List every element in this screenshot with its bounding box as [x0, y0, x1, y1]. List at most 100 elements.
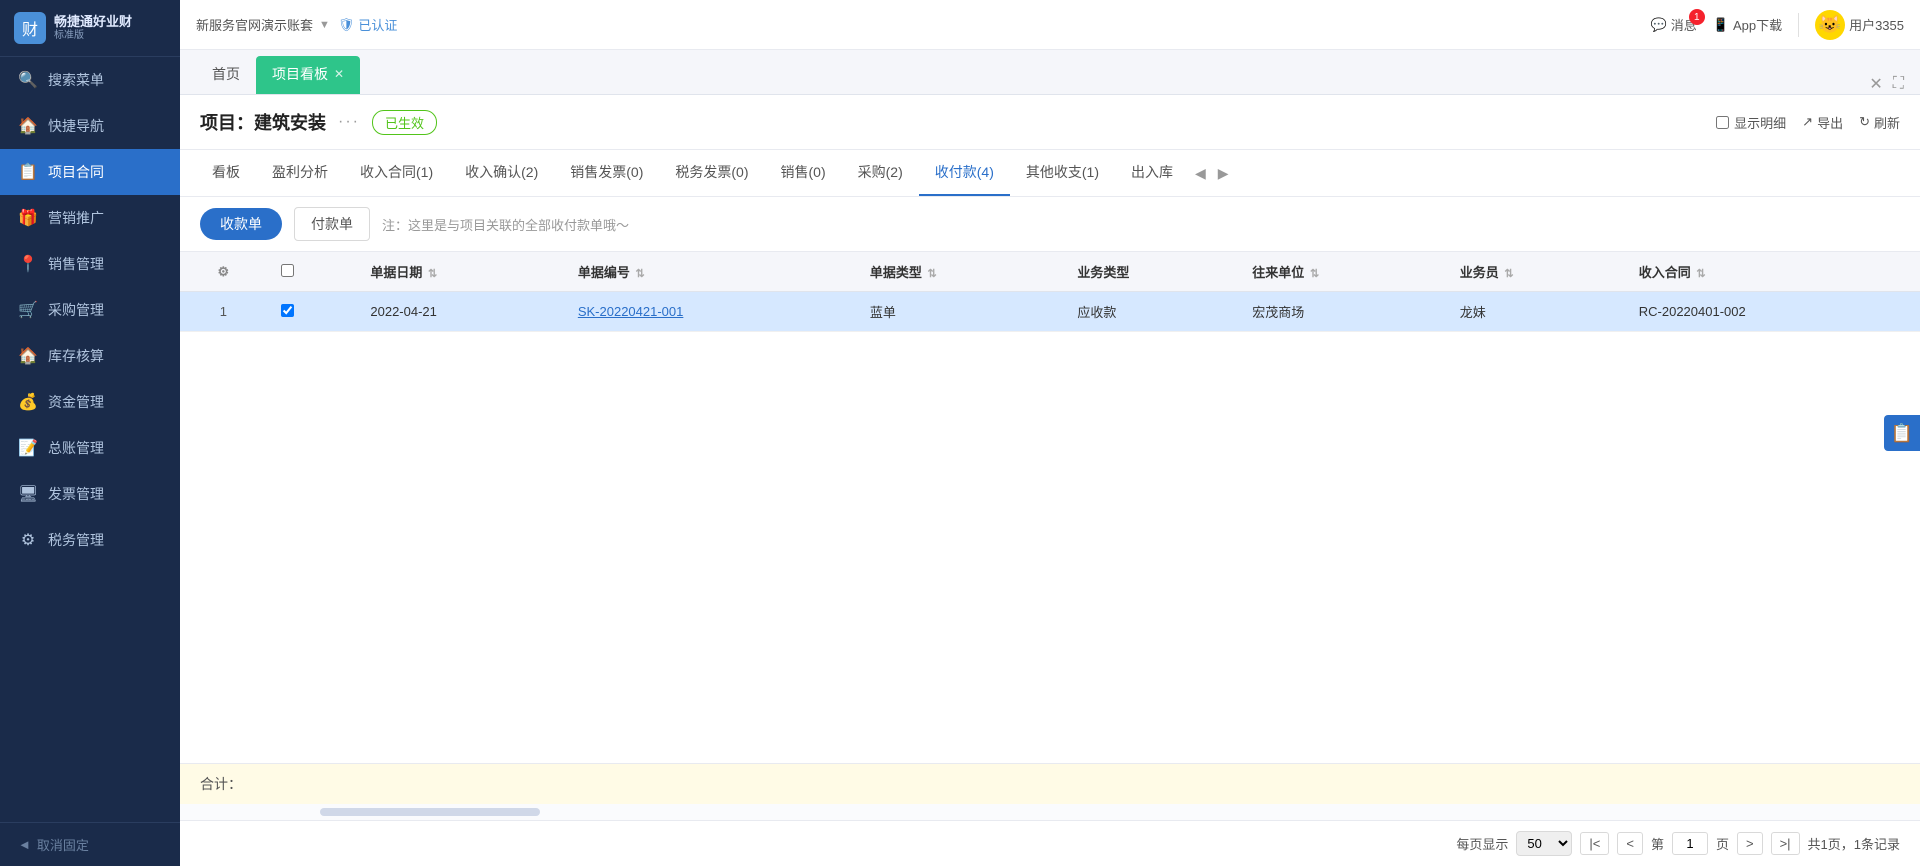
sidebar-item-ledger[interactable]: 📝 总账管理 — [0, 425, 180, 471]
biz-type-column-label: 业务类型 — [1077, 265, 1129, 280]
subnav-income-confirm[interactable]: 收入确认(2) — [449, 150, 554, 196]
prev-page-button[interactable]: < — [1617, 832, 1643, 855]
page-size-label: 每页显示 — [1456, 834, 1508, 853]
sidebar-item-contract[interactable]: 📋 项目合同 — [0, 149, 180, 195]
sidebar-item-label: 资金管理 — [48, 392, 104, 412]
payment-button[interactable]: 付款单 — [294, 207, 370, 241]
subnav-inout[interactable]: 出入库 — [1115, 150, 1189, 196]
subnav-kanban-label: 看板 — [212, 164, 240, 180]
subnav-kanban[interactable]: 看板 — [196, 150, 256, 196]
chevron-down-icon: ▼ — [319, 19, 330, 31]
tab-home[interactable]: 首页 — [196, 56, 256, 94]
nav-prev-icon[interactable]: ◀ — [1189, 157, 1212, 190]
nav-next-icon[interactable]: ▶ — [1212, 157, 1235, 190]
select-all-checkbox[interactable] — [281, 264, 294, 277]
subnav-inout-label: 出入库 — [1131, 164, 1173, 180]
sidebar-nav: 🔍 搜索菜单 🏠 快捷导航 📋 项目合同 🎁 营销推广 📍 销售管理 🛒 采购管… — [0, 57, 180, 822]
date-column-header[interactable]: 单据日期 ⇅ — [356, 252, 563, 292]
receipt-button[interactable]: 收款单 — [200, 208, 282, 240]
sidebar-item-nav[interactable]: 🏠 快捷导航 — [0, 103, 180, 149]
next-page-button[interactable]: > — [1737, 832, 1763, 855]
total-info: 共1页，1条记录 — [1808, 834, 1900, 853]
sidebar-item-label: 搜索菜单 — [48, 70, 104, 90]
mobile-icon: 📱 — [1713, 17, 1729, 33]
number-column-header[interactable]: 单据编号 ⇅ — [564, 252, 856, 292]
table-header-row: ⚙ 单据日期 ⇅ 单据编号 ⇅ 单据类型 ⇅ — [180, 252, 1920, 292]
subnav-income-confirm-label: 收入确认(2) — [465, 164, 538, 180]
pagination: 每页显示 50 100 200 |< < 第 页 > >| 共1页，1条记录 — [180, 820, 1920, 866]
horizontal-scrollbar[interactable] — [320, 808, 540, 816]
logo-area: 财 畅捷通好业财 标准版 — [0, 0, 180, 57]
subnav-purchase[interactable]: 采购(2) — [842, 150, 919, 196]
tab-project-board[interactable]: 项目看板 ✕ — [256, 56, 360, 94]
subnav-sales[interactable]: 销售(0) — [765, 150, 842, 196]
sort-icon: ⇅ — [1310, 268, 1319, 280]
subnav-other-label: 其他收支(1) — [1026, 164, 1099, 180]
unpin-button[interactable]: ◄ 取消固定 — [0, 822, 180, 866]
sidebar-item-tax[interactable]: ⚙ 税务管理 — [0, 517, 180, 563]
sidebar-item-purchase[interactable]: 🛒 采购管理 — [0, 287, 180, 333]
topbar: 新服务官网演示账套 ▼ 🛡 已认证 💬 消息 1 📱 App下载 😺 用户335… — [180, 0, 1920, 50]
salesperson-column-header[interactable]: 业务员 ⇅ — [1446, 252, 1625, 292]
table-row[interactable]: 1 2022-04-21 SK-20220421-001 蓝单 应收款 宏茂商场… — [180, 292, 1920, 332]
number-column-label: 单据编号 — [578, 265, 630, 280]
export-button[interactable]: ↗ 导出 — [1802, 113, 1843, 132]
maximize-window-icon[interactable]: ⛶ — [1893, 75, 1904, 93]
project-prefix: 项目：建筑安装 — [200, 109, 326, 135]
row-number-cell: SK-20220421-001 — [564, 292, 856, 332]
show-detail-input[interactable] — [1716, 116, 1729, 129]
table-container: ⚙ 单据日期 ⇅ 单据编号 ⇅ 单据类型 ⇅ — [180, 252, 1920, 763]
partner-column-header[interactable]: 往来单位 ⇅ — [1238, 252, 1445, 292]
income-contract-column-header[interactable]: 收入合同 ⇅ — [1625, 252, 1920, 292]
income-contract-column-label: 收入合同 — [1639, 265, 1691, 280]
sidebar-item-label: 总账管理 — [48, 438, 104, 458]
show-detail-checkbox[interactable]: 显示明细 — [1716, 113, 1786, 132]
subnav-income-contract[interactable]: 收入合同(1) — [344, 150, 449, 196]
last-page-button[interactable]: >| — [1771, 832, 1800, 855]
first-page-button[interactable]: |< — [1580, 832, 1609, 855]
sidebar-item-marketing[interactable]: 🎁 营销推广 — [0, 195, 180, 241]
page-content: 项目：建筑安装 ··· 已生效 显示明细 ↗ 导出 ↻ 刷新 — [180, 95, 1920, 866]
sidebar-item-finance[interactable]: 💰 资金管理 — [0, 379, 180, 425]
refresh-button[interactable]: ↻ 刷新 — [1859, 113, 1900, 132]
subnav-sales-invoice[interactable]: 销售发票(0) — [554, 150, 659, 196]
sub-nav: 看板 盈利分析 收入合同(1) 收入确认(2) 销售发票(0) 税务发票(0) … — [180, 150, 1920, 197]
sidebar-item-invoice[interactable]: 🖥 发票管理 — [0, 471, 180, 517]
subnav-income-contract-label: 收入合同(1) — [360, 164, 433, 180]
subnav-tax-invoice-label: 税务发票(0) — [675, 164, 748, 180]
app-download-label: App下载 — [1733, 15, 1782, 34]
app-download-button[interactable]: 📱 App下载 — [1713, 15, 1782, 34]
refresh-label: 刷新 — [1874, 113, 1900, 132]
account-selector[interactable]: 新服务官网演示账套 ▼ — [196, 15, 330, 34]
project-header-right: 显示明细 ↗ 导出 ↻ 刷新 — [1716, 113, 1900, 132]
more-button[interactable]: ··· — [338, 113, 360, 131]
row-type-cell: 蓝单 — [856, 292, 1063, 332]
page-input[interactable] — [1672, 832, 1708, 855]
messages-button[interactable]: 💬 消息 1 — [1651, 15, 1697, 34]
contract-icon: 📋 — [18, 162, 38, 182]
fab-button[interactable]: 📋 — [1884, 415, 1920, 451]
sidebar-item-search[interactable]: 🔍 搜索菜单 — [0, 57, 180, 103]
type-column-header[interactable]: 单据类型 ⇅ — [856, 252, 1063, 292]
avatar: 😺 — [1815, 10, 1845, 40]
sidebar-item-inventory[interactable]: 🏠 库存核算 — [0, 333, 180, 379]
page-size-select[interactable]: 50 100 200 — [1516, 831, 1572, 856]
subnav-other[interactable]: 其他收支(1) — [1010, 150, 1115, 196]
summary-label: 合计： — [200, 774, 242, 794]
inventory-icon: 🏠 — [18, 346, 38, 366]
close-window-icon[interactable]: ✕ — [1869, 74, 1882, 94]
user-profile[interactable]: 😺 用户3355 — [1815, 10, 1904, 40]
settings-column-header[interactable]: ⚙ — [180, 252, 267, 292]
ledger-icon: 📝 — [18, 438, 38, 458]
tab-close-icon[interactable]: ✕ — [334, 67, 344, 81]
tab-bar: 首页 项目看板 ✕ ✕ ⛶ — [180, 50, 1920, 95]
row-checkbox[interactable] — [281, 304, 294, 317]
subnav-profit[interactable]: 盈利分析 — [256, 150, 344, 196]
subnav-receipts[interactable]: 收付款(4) — [919, 150, 1010, 196]
row-num-cell: 1 — [180, 292, 267, 332]
row-number-link[interactable]: SK-20220421-001 — [578, 304, 684, 319]
subnav-tax-invoice[interactable]: 税务发票(0) — [659, 150, 764, 196]
subnav-receipts-label: 收付款(4) — [935, 164, 994, 180]
message-badge: 1 — [1689, 9, 1705, 25]
sidebar-item-sales[interactable]: 📍 销售管理 — [0, 241, 180, 287]
